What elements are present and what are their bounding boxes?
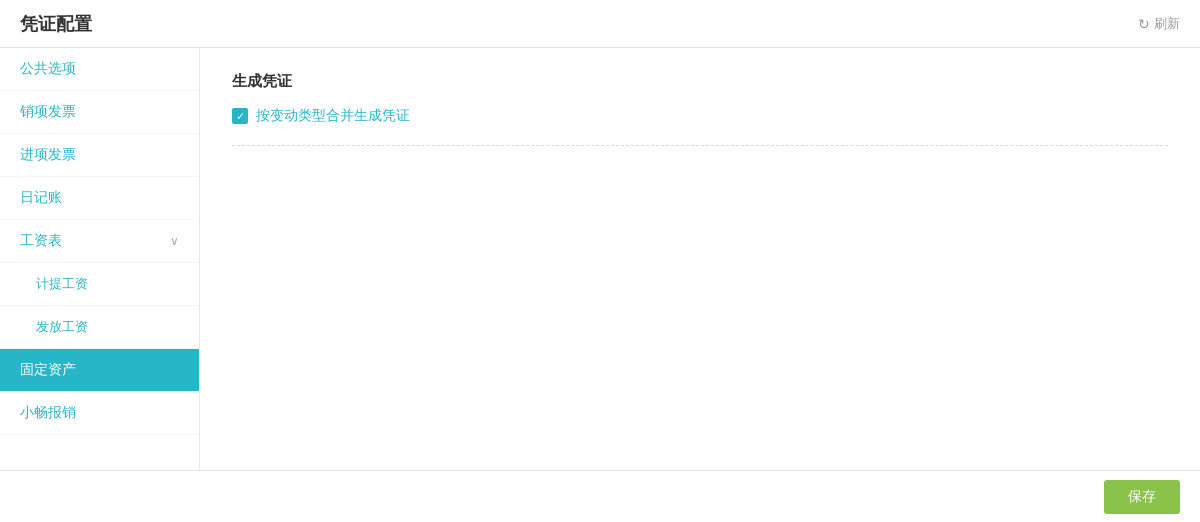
- sidebar-label-journal: 日记账: [20, 189, 62, 207]
- chevron-down-icon: ∨: [170, 234, 179, 248]
- sidebar-label-sales-invoice: 销项发票: [20, 103, 76, 121]
- sidebar-item-commission[interactable]: 计提工资: [0, 263, 199, 306]
- page-title: 凭证配置: [20, 12, 92, 36]
- page-footer: 保存: [0, 470, 1200, 522]
- sidebar-item-distribute[interactable]: 发放工资: [0, 306, 199, 349]
- sidebar-item-purchase-invoice[interactable]: 进项发票: [0, 134, 199, 177]
- sidebar-label-fixed-assets: 固定资产: [20, 361, 76, 379]
- checkmark-icon: ✓: [236, 110, 245, 123]
- sidebar: 公共选项销项发票进项发票日记账工资表 ∨ 计提工资发放工资固定资产小畅报销: [0, 48, 200, 470]
- sidebar-label-public-options: 公共选项: [20, 60, 76, 78]
- page-body: 公共选项销项发票进项发票日记账工资表 ∨ 计提工资发放工资固定资产小畅报销 生成凭证…: [0, 48, 1200, 470]
- refresh-label: 刷新: [1154, 15, 1180, 33]
- sidebar-label-purchase-invoice: 进项发票: [20, 146, 76, 164]
- sidebar-item-fixed-assets[interactable]: 固定资产: [0, 349, 199, 392]
- sidebar-item-payroll[interactable]: 工资表 ∨: [0, 220, 199, 263]
- merge-checkbox-row[interactable]: ✓ 按变动类型合并生成凭证: [232, 107, 1168, 125]
- sidebar-label-payroll: 工资表: [20, 232, 62, 250]
- sidebar-label-distribute: 发放工资: [36, 318, 88, 336]
- save-button[interactable]: 保存: [1104, 480, 1180, 514]
- sidebar-item-expense-report[interactable]: 小畅报销: [0, 392, 199, 435]
- merge-checkbox-label: 按变动类型合并生成凭证: [256, 107, 410, 125]
- sidebar-label-expense-report: 小畅报销: [20, 404, 76, 422]
- sidebar-item-sales-invoice[interactable]: 销项发票: [0, 91, 199, 134]
- section-title: 生成凭证: [232, 72, 1168, 91]
- section-divider: [232, 145, 1168, 146]
- sidebar-item-journal[interactable]: 日记账: [0, 177, 199, 220]
- page-header: 凭证配置 ↻ 刷新: [0, 0, 1200, 48]
- refresh-icon: ↻: [1138, 16, 1150, 32]
- main-content: 生成凭证 ✓ 按变动类型合并生成凭证: [200, 48, 1200, 470]
- refresh-button[interactable]: ↻ 刷新: [1138, 15, 1180, 33]
- sidebar-item-public-options[interactable]: 公共选项: [0, 48, 199, 91]
- merge-checkbox[interactable]: ✓: [232, 108, 248, 124]
- sidebar-label-commission: 计提工资: [36, 275, 88, 293]
